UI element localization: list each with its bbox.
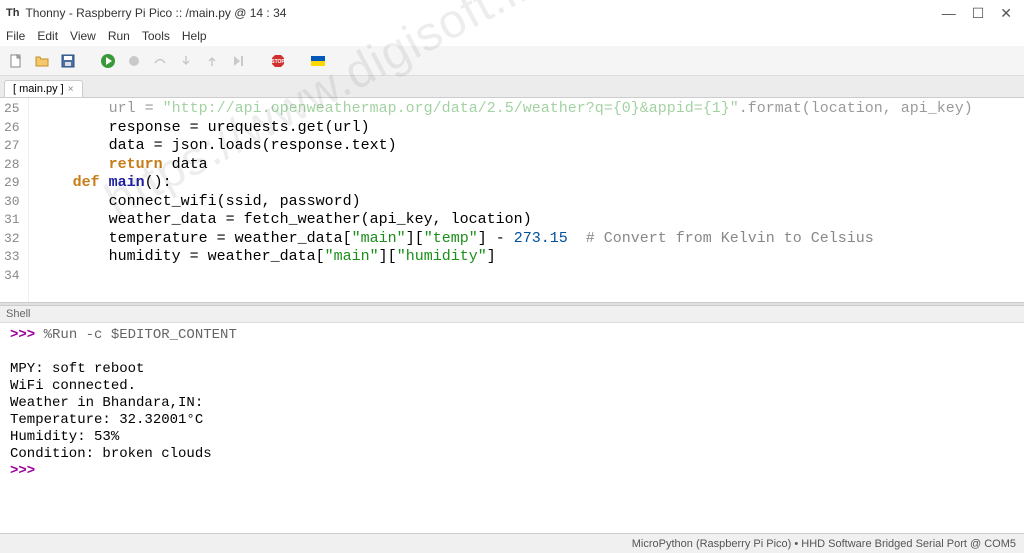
resume-icon — [230, 53, 246, 69]
maximize-button[interactable]: ☐ — [972, 5, 985, 22]
step-into-button[interactable] — [176, 51, 196, 71]
menu-run[interactable]: Run — [108, 29, 130, 43]
support-ukraine-button[interactable] — [308, 51, 328, 71]
menu-view[interactable]: View — [70, 29, 96, 43]
tab-close-icon[interactable]: × — [68, 84, 74, 95]
menubar: File Edit View Run Tools Help — [0, 26, 1024, 46]
minimize-button[interactable]: — — [942, 5, 956, 22]
save-icon — [60, 53, 76, 69]
new-file-button[interactable] — [6, 51, 26, 71]
open-file-button[interactable] — [32, 51, 52, 71]
tab-label: [ main.py ] — [13, 83, 64, 95]
stop-button[interactable]: STOP — [268, 51, 288, 71]
step-over-icon — [152, 53, 168, 69]
app-icon: Th — [6, 7, 19, 19]
play-icon — [100, 53, 116, 69]
menu-edit[interactable]: Edit — [37, 29, 58, 43]
step-over-button[interactable] — [150, 51, 170, 71]
statusbar: MicroPython (Raspberry Pi Pico) • HHD So… — [0, 533, 1024, 553]
step-into-icon — [178, 53, 194, 69]
code-editor[interactable]: 25262728293031323334 url = "http://api.o… — [0, 98, 1024, 302]
step-out-icon — [204, 53, 220, 69]
bug-icon — [126, 53, 142, 69]
tab-main-py[interactable]: [ main.py ] × — [4, 80, 83, 97]
save-file-button[interactable] — [58, 51, 78, 71]
svg-text:STOP: STOP — [271, 59, 285, 65]
toolbar: STOP — [0, 46, 1024, 76]
shell-pane[interactable]: >>> %Run -c $EDITOR_CONTENT MPY: soft re… — [0, 323, 1024, 533]
menu-tools[interactable]: Tools — [142, 29, 170, 43]
run-button[interactable] — [98, 51, 118, 71]
line-number-gutter: 25262728293031323334 — [0, 98, 29, 302]
interpreter-status[interactable]: MicroPython (Raspberry Pi Pico) • HHD So… — [632, 538, 1016, 550]
window-titlebar: Th Thonny - Raspberry Pi Pico :: /main.p… — [0, 0, 1024, 26]
ukraine-flag-icon — [310, 53, 326, 69]
window-title: Thonny - Raspberry Pi Pico :: /main.py @… — [25, 6, 941, 20]
shell-pane-label: Shell — [0, 306, 1024, 323]
step-out-button[interactable] — [202, 51, 222, 71]
menu-file[interactable]: File — [6, 29, 25, 43]
new-file-icon — [8, 53, 24, 69]
close-button[interactable]: ✕ — [1000, 5, 1012, 22]
debug-button[interactable] — [124, 51, 144, 71]
editor-tabbar: [ main.py ] × — [0, 76, 1024, 98]
menu-help[interactable]: Help — [182, 29, 207, 43]
folder-open-icon — [34, 53, 50, 69]
stop-icon: STOP — [270, 53, 286, 69]
resume-button[interactable] — [228, 51, 248, 71]
code-area[interactable]: url = "http://api.openweathermap.org/dat… — [29, 98, 981, 302]
